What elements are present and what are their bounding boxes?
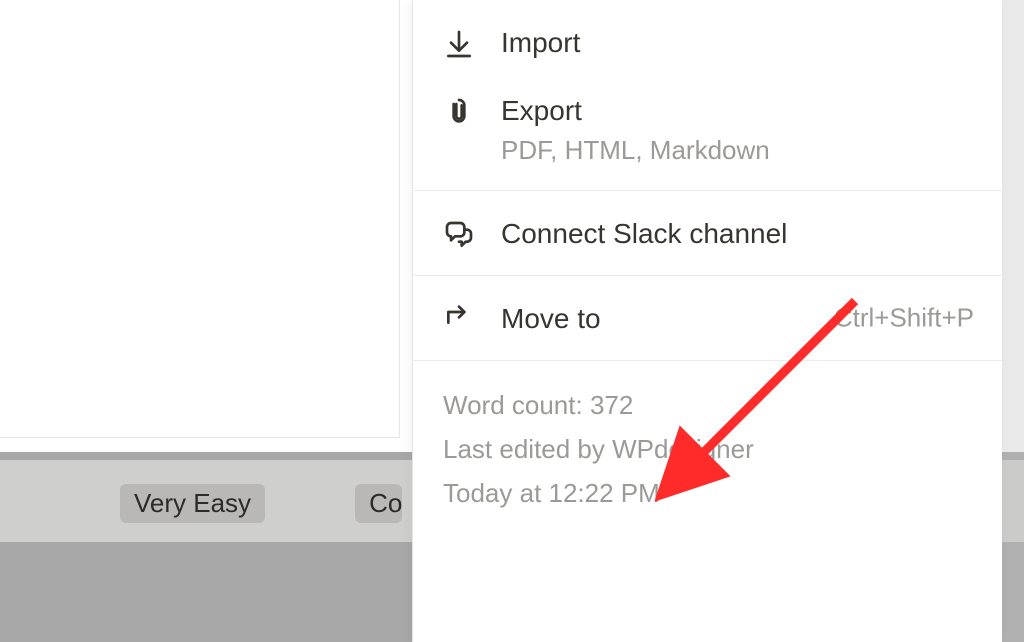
table-cell-tag-partial: Co	[355, 484, 402, 523]
last-edited-prefix: Last edited by	[443, 434, 612, 464]
word-count-label: Word count:	[443, 390, 590, 420]
word-count-value: 372	[590, 390, 633, 420]
page-meta: Word count: 372 Last edited by WPdexigne…	[413, 361, 1002, 526]
keyboard-shortcut: Ctrl+Shift+P	[834, 302, 974, 333]
last-edited-timestamp: Today at 12:22 PM	[443, 471, 972, 515]
menu-item-export[interactable]: Export PDF, HTML, Markdown	[413, 76, 1002, 182]
move-arrow-icon	[441, 302, 477, 338]
menu-item-connect-slack[interactable]: Connect Slack channel	[413, 199, 1002, 267]
scrollbar-track[interactable]	[1002, 0, 1024, 642]
menu-item-import[interactable]: Import	[413, 8, 1002, 76]
paperclip-icon	[441, 94, 477, 130]
chat-bubbles-icon	[441, 217, 477, 253]
last-edited-by: Last edited by WPdexigner	[443, 427, 972, 471]
table-cell-tag: Very Easy	[120, 484, 265, 523]
menu-item-label: Connect Slack channel	[501, 215, 787, 253]
document-background	[0, 0, 400, 438]
page-actions-menu: Import Export PDF, HTML, Markdown	[412, 0, 1002, 642]
menu-item-sublabel: PDF, HTML, Markdown	[501, 134, 770, 168]
menu-item-move-to[interactable]: Move to Ctrl+Shift+P	[413, 284, 1002, 352]
download-icon	[441, 26, 477, 62]
menu-item-label: Export	[501, 92, 770, 130]
word-count: Word count: 372	[443, 383, 972, 427]
menu-item-label: Move to	[501, 300, 601, 338]
menu-item-label: Import	[501, 24, 580, 62]
last-edited-user: WPdexigner	[612, 434, 754, 464]
